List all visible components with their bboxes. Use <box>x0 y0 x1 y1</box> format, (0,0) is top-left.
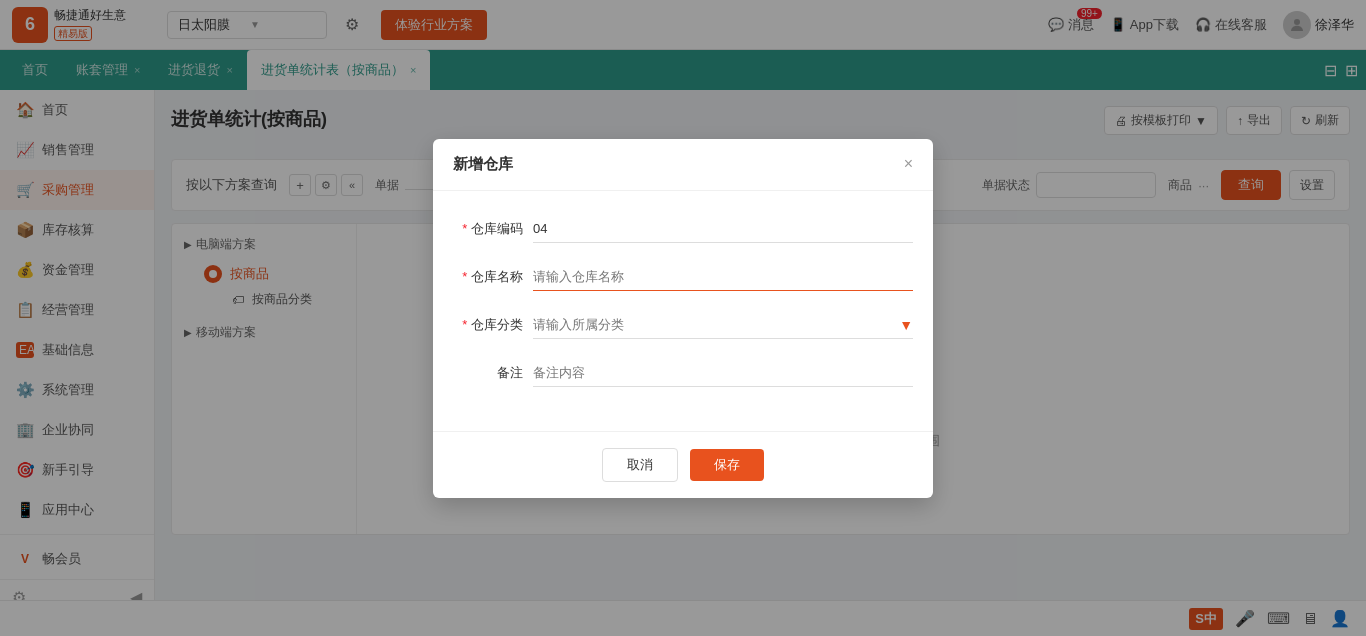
warehouse-code-label: 仓库编码 <box>453 220 533 238</box>
category-dropdown-icon[interactable]: ▼ <box>899 317 913 333</box>
save-button[interactable]: 保存 <box>690 449 764 481</box>
warehouse-category-wrapper: ▼ <box>533 311 913 339</box>
warehouse-name-row: 仓库名称 <box>453 263 913 291</box>
modal-body: 仓库编码 仓库名称 仓库分类 ▼ 备注 <box>433 191 933 431</box>
modal-close-icon[interactable]: × <box>904 155 913 173</box>
modal-header: 新增仓库 × <box>433 139 933 191</box>
modal-footer: 取消 保存 <box>433 431 933 498</box>
warehouse-category-input[interactable] <box>533 311 913 339</box>
warehouse-name-label: 仓库名称 <box>453 268 533 286</box>
warehouse-category-label: 仓库分类 <box>453 316 533 334</box>
warehouse-category-row: 仓库分类 ▼ <box>453 311 913 339</box>
cancel-button[interactable]: 取消 <box>602 448 678 482</box>
modal-overlay[interactable]: 新增仓库 × 仓库编码 仓库名称 仓库分类 ▼ <box>0 0 1366 636</box>
warehouse-remark-input[interactable] <box>533 359 913 387</box>
warehouse-remark-label: 备注 <box>453 364 533 382</box>
warehouse-code-row: 仓库编码 <box>453 215 913 243</box>
new-warehouse-modal: 新增仓库 × 仓库编码 仓库名称 仓库分类 ▼ <box>433 139 933 498</box>
modal-title: 新增仓库 <box>453 155 513 174</box>
warehouse-remark-row: 备注 <box>453 359 913 387</box>
warehouse-code-input[interactable] <box>533 215 913 243</box>
warehouse-name-input[interactable] <box>533 263 913 291</box>
